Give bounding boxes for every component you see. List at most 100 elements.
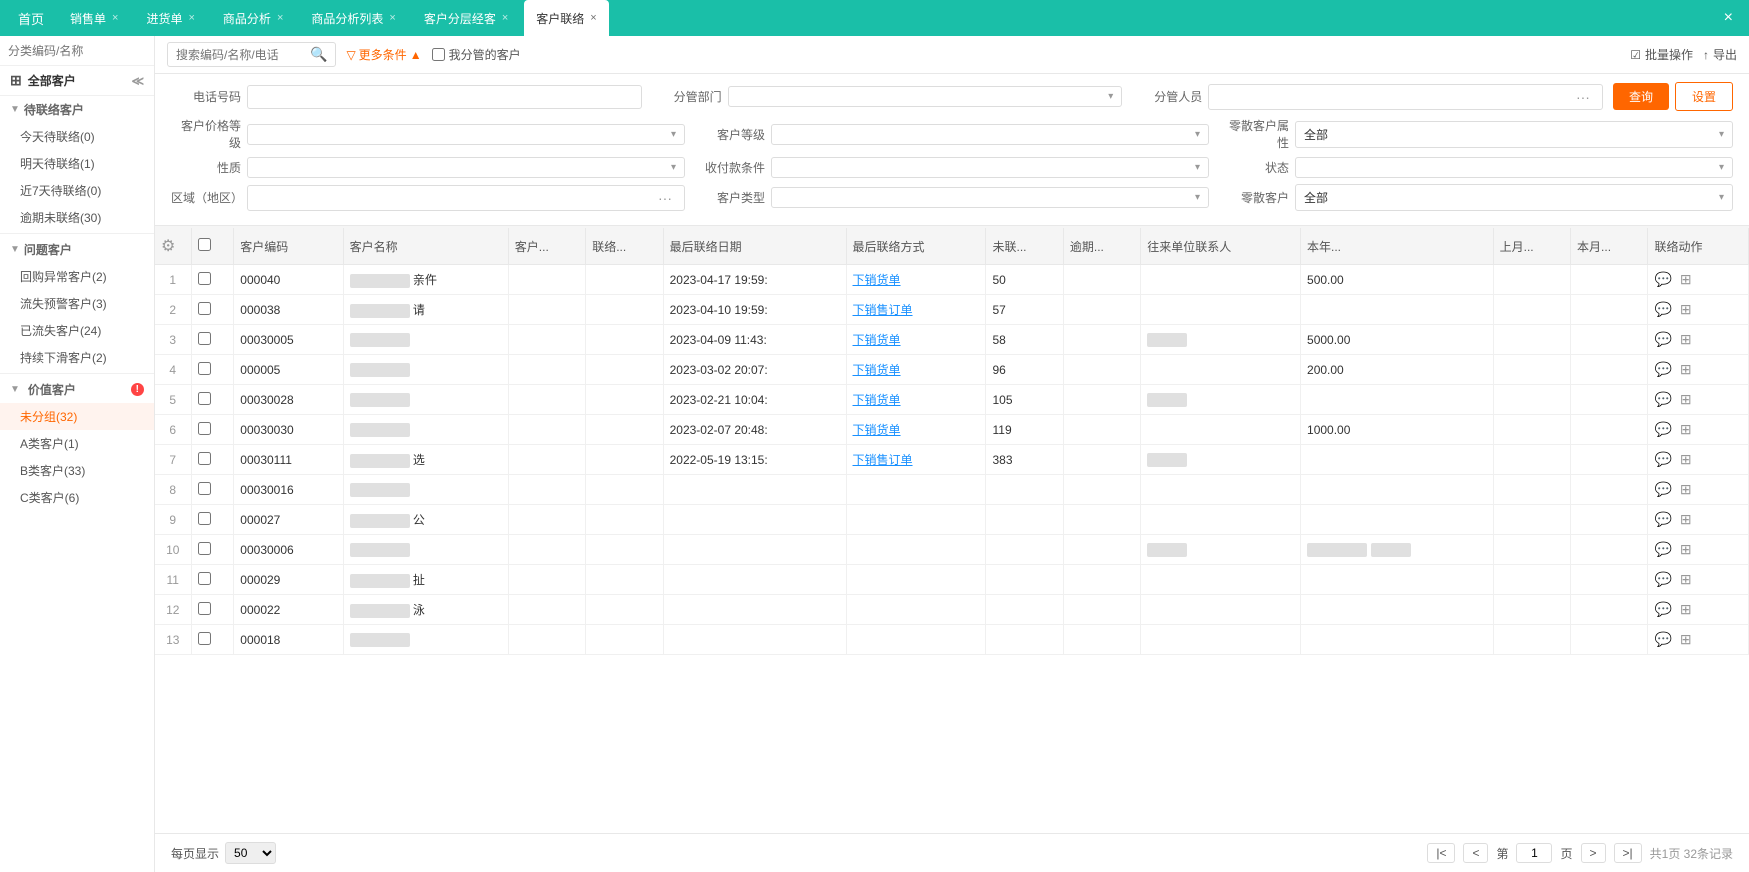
close-purchase-tab[interactable]: × (188, 12, 194, 24)
sidebar-item-overdue[interactable]: 逾期未联络(30) (0, 204, 154, 231)
method-link[interactable]: 下销售订单 (853, 453, 913, 467)
customer-type-select[interactable]: ▾ (771, 187, 1209, 208)
close-product-analysis-tab[interactable]: × (277, 12, 283, 24)
region-select[interactable]: ··· (247, 185, 685, 211)
batch-op-btn[interactable]: ☑ 批量操作 (1630, 46, 1693, 63)
row-select-checkbox[interactable] (198, 272, 211, 285)
my-customers-check[interactable] (432, 48, 445, 61)
tab-customer-contact[interactable]: 客户联络 × (524, 0, 608, 36)
method-link[interactable]: 下销货单 (853, 273, 901, 287)
tab-product-list[interactable]: 商品分析列表 × (299, 0, 407, 36)
export-btn[interactable]: ↑ 导出 (1703, 46, 1737, 63)
grid-action-icon[interactable]: ⊞ (1680, 361, 1692, 378)
sidebar-item-warning[interactable]: 流失预警客户(3) (0, 290, 154, 317)
sidebar-search-input[interactable] (8, 44, 155, 58)
message-icon[interactable]: 💬 (1654, 511, 1671, 528)
method-link[interactable]: 下销货单 (853, 393, 901, 407)
tab-customer-tier[interactable]: 客户分层经客 × (412, 0, 520, 36)
row-select-checkbox[interactable] (198, 602, 211, 615)
row-select-checkbox[interactable] (198, 512, 211, 525)
all-customers-item[interactable]: ⊞ 全部客户 ≪ (0, 66, 154, 96)
score-group-header[interactable]: ▼ 价值客户 ! (0, 376, 154, 403)
customer-grade-select[interactable]: ▾ (771, 124, 1209, 145)
message-icon[interactable]: 💬 (1654, 301, 1671, 318)
more-conditions-btn[interactable]: ▽ 更多条件 ▲ (346, 46, 421, 63)
sidebar-item-c-class[interactable]: C类客户(6) (0, 484, 154, 511)
message-icon[interactable]: 💬 (1654, 601, 1671, 618)
status-select[interactable]: ▾ (1295, 157, 1733, 178)
row-select-checkbox[interactable] (198, 452, 211, 465)
message-icon[interactable]: 💬 (1654, 481, 1671, 498)
reset-button[interactable]: 设置 (1675, 82, 1733, 111)
query-button[interactable]: 查询 (1613, 83, 1669, 110)
close-customer-contact-tab[interactable]: × (590, 12, 596, 24)
message-icon[interactable]: 💬 (1654, 571, 1671, 588)
home-tab[interactable]: 首页 (8, 9, 54, 28)
grid-action-icon[interactable]: ⊞ (1680, 601, 1692, 618)
message-icon[interactable]: 💬 (1654, 271, 1671, 288)
close-sales-tab[interactable]: × (112, 12, 118, 24)
page-size-select[interactable]: 50 100 200 (225, 842, 276, 864)
row-select-checkbox[interactable] (198, 542, 211, 555)
column-settings-icon[interactable]: ⚙ (161, 238, 175, 255)
row-select-checkbox[interactable] (198, 392, 211, 405)
grid-action-icon[interactable]: ⊞ (1680, 271, 1692, 288)
close-customer-tier-tab[interactable]: × (502, 12, 508, 24)
sidebar-item-lost[interactable]: 已流失客户(24) (0, 317, 154, 344)
close-product-list-tab[interactable]: × (389, 12, 395, 24)
tab-sales[interactable]: 销售单 × (58, 0, 130, 36)
method-link[interactable]: 下销货单 (853, 333, 901, 347)
message-icon[interactable]: 💬 (1654, 451, 1671, 468)
my-customers-checkbox[interactable]: 我分管的客户 (432, 46, 521, 63)
sidebar-item-declining[interactable]: 持续下滑客户(2) (0, 344, 154, 371)
grid-action-icon[interactable]: ⊞ (1680, 631, 1692, 648)
problem-group-header[interactable]: ▼ 问题客户 (0, 236, 154, 263)
region-dots[interactable]: ··· (654, 190, 676, 206)
sidebar-item-tomorrow[interactable]: 明天待联络(1) (0, 150, 154, 177)
message-icon[interactable]: 💬 (1654, 391, 1671, 408)
dept-select[interactable]: ▾ (728, 86, 1123, 107)
grid-action-icon[interactable]: ⊞ (1680, 301, 1692, 318)
select-all-checkbox[interactable] (198, 238, 211, 251)
person-select[interactable]: ··· (1208, 84, 1603, 110)
message-icon[interactable]: 💬 (1654, 541, 1671, 558)
sidebar-item-today[interactable]: 今天待联络(0) (0, 123, 154, 150)
pending-group-header[interactable]: ▼ 待联络客户 (0, 96, 154, 123)
price-grade-select[interactable]: ▾ (247, 124, 685, 145)
phone-input[interactable] (247, 85, 642, 109)
next-page-btn[interactable]: > (1581, 843, 1606, 863)
grid-action-icon[interactable]: ⊞ (1680, 331, 1692, 348)
sidebar-item-abnormal[interactable]: 回购异常客户(2) (0, 263, 154, 290)
sidebar-item-b-class[interactable]: B类客户(33) (0, 457, 154, 484)
sidebar-item-7days[interactable]: 近7天待联络(0) (0, 177, 154, 204)
row-select-checkbox[interactable] (198, 422, 211, 435)
last-page-btn[interactable]: >| (1614, 843, 1642, 863)
gender-select[interactable]: ▾ (247, 157, 685, 178)
global-close-button[interactable]: × (1716, 9, 1741, 27)
payment-select[interactable]: ▾ (771, 157, 1209, 178)
method-link[interactable]: 下销货单 (853, 363, 901, 377)
grid-action-icon[interactable]: ⊞ (1680, 421, 1692, 438)
message-icon[interactable]: 💬 (1654, 631, 1671, 648)
prev-page-btn[interactable]: < (1463, 843, 1488, 863)
message-icon[interactable]: 💬 (1654, 421, 1671, 438)
grid-action-icon[interactable]: ⊞ (1680, 451, 1692, 468)
message-icon[interactable]: 💬 (1654, 331, 1671, 348)
grid-action-icon[interactable]: ⊞ (1680, 511, 1692, 528)
row-select-checkbox[interactable] (198, 482, 211, 495)
row-select-checkbox[interactable] (198, 362, 211, 375)
method-link[interactable]: 下销售订单 (853, 303, 913, 317)
row-select-checkbox[interactable] (198, 302, 211, 315)
grid-action-icon[interactable]: ⊞ (1680, 481, 1692, 498)
grid-action-icon[interactable]: ⊞ (1680, 391, 1692, 408)
main-search-icon[interactable]: 🔍 (310, 46, 327, 63)
sidebar-item-a-class[interactable]: A类客户(1) (0, 430, 154, 457)
main-search-input[interactable] (176, 48, 306, 62)
retail-attr-select[interactable]: 全部 ▾ (1295, 121, 1733, 148)
grid-action-icon[interactable]: ⊞ (1680, 571, 1692, 588)
page-number-input[interactable] (1516, 843, 1552, 863)
retail-customer-select[interactable]: 全部 ▾ (1295, 184, 1733, 211)
message-icon[interactable]: 💬 (1654, 361, 1671, 378)
row-select-checkbox[interactable] (198, 632, 211, 645)
row-select-checkbox[interactable] (198, 572, 211, 585)
